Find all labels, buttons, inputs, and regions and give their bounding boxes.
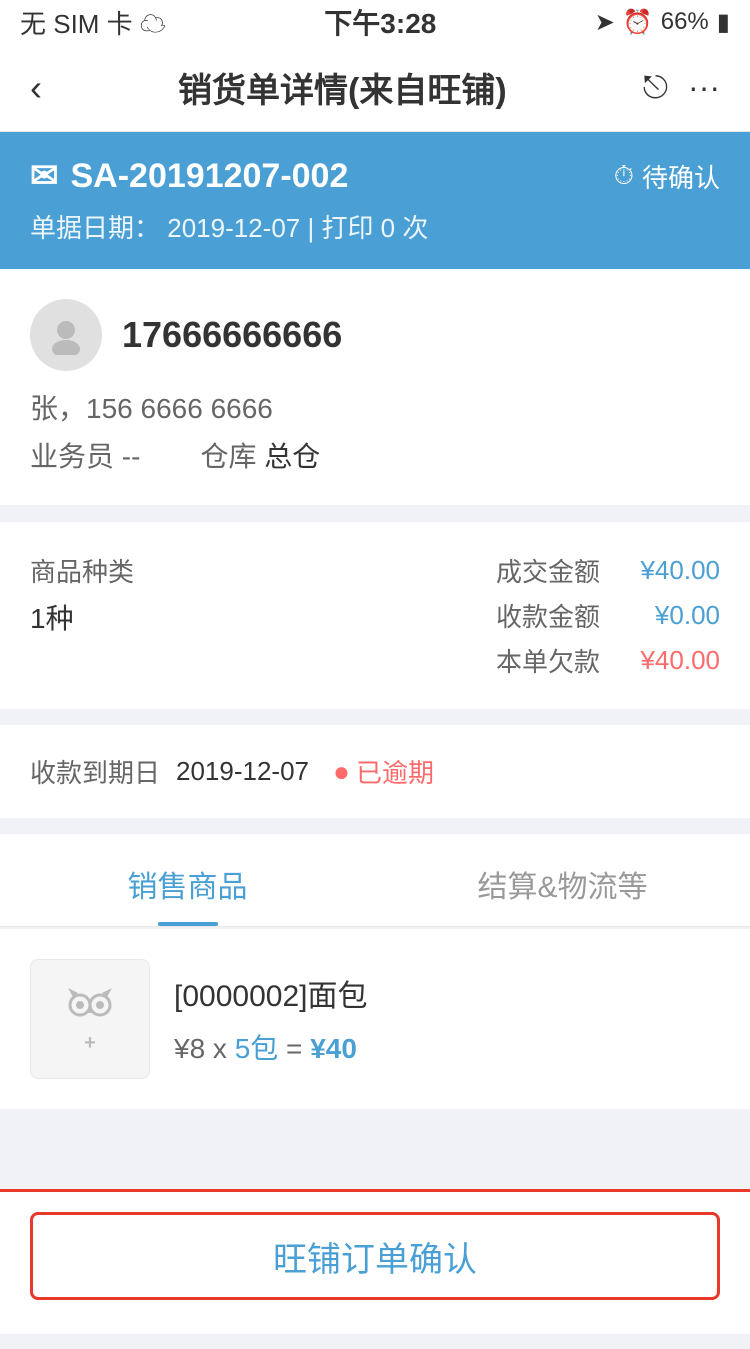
amount-value-0: ¥40.00 [620, 555, 720, 586]
order-icon: ✉ [30, 156, 59, 196]
page-title: 销货单详情(来自旺铺) [178, 63, 507, 112]
confirm-button[interactable]: 旺铺订单确认 [30, 1212, 720, 1300]
back-button[interactable]: ‹ [30, 67, 42, 109]
summary-right: 成交金额 ¥40.00 收款金额 ¥0.00 本单欠款 ¥40.00 [480, 552, 720, 679]
amount-label-1: 收款金额 [480, 597, 600, 634]
avatar [30, 299, 102, 371]
amount-row-2: 本单欠款 ¥40.00 [480, 642, 720, 679]
overdue-badge: ● 已逾期 [333, 753, 434, 790]
overdue-text: 已逾期 [356, 753, 434, 790]
amount-row-1: 收款金额 ¥0.00 [480, 597, 720, 634]
amount-value-1: ¥0.00 [620, 600, 720, 631]
order-number: ✉ SA-20191207-002 [30, 156, 348, 196]
sales-val: -- [122, 441, 141, 472]
amount-label-2: 本单欠款 [480, 642, 600, 679]
product-info: [0000002]面包 ¥8 x 5包 = ¥40 [174, 971, 720, 1067]
total-text: ¥40 [310, 1033, 357, 1064]
amount-value-2: ¥40.00 [620, 645, 720, 676]
status-icon: ⏱ [614, 160, 634, 192]
tab-sales-products[interactable]: 销售商品 [0, 834, 375, 926]
location-icon: ➤ [595, 8, 615, 37]
status-right: ➤ ⏰ 66% ▮ [595, 8, 730, 37]
bottom-bar: 旺铺订单确认 [0, 1189, 750, 1334]
customer-phone: 17666666666 [122, 314, 342, 356]
sales-label: 业务员 [30, 441, 114, 472]
status-text: 待确认 [642, 158, 720, 195]
sales-item: 业务员 -- [30, 435, 140, 475]
alarm-icon: ⏰ [623, 8, 653, 37]
amount-label-0: 成交金额 [480, 552, 600, 589]
print-info: | 打印 0 次 [307, 213, 428, 243]
status-bar: 无 SIM 卡 ☁ 下午3:28 ➤ ⏰ 66% ▮ [0, 0, 750, 44]
tab-settlement-label: 结算&物流等 [477, 871, 647, 904]
status-time: 下午3:28 [324, 2, 436, 42]
customer-card: 17666666666 张，156 6666 6666 业务员 -- 仓库 总仓 [0, 269, 750, 506]
product-thumbnail: + [30, 959, 150, 1079]
logo-plus: + [84, 1032, 96, 1055]
status-badge: ⏱ 待确认 [614, 158, 720, 195]
type-label: 商品种类 [30, 552, 134, 589]
sim-label: 无 SIM 卡 ☁ [20, 4, 166, 41]
overdue-icon: ● [333, 756, 350, 788]
product-card: + [0000002]面包 ¥8 x 5包 = ¥40 [0, 929, 750, 1109]
product-price: ¥8 x 5包 = ¥40 [174, 1027, 720, 1067]
summary-left: 商品种类 1种 [30, 552, 134, 637]
type-value: 1种 [30, 597, 134, 637]
separator: = [278, 1033, 310, 1064]
date-value: 2019-12-07 [167, 213, 300, 243]
date-label: 单据日期： [30, 213, 160, 243]
due-date-value: 2019-12-07 [176, 756, 309, 787]
price-text: ¥8 x [174, 1033, 235, 1064]
tabs-container: 销售商品 结算&物流等 [0, 834, 750, 927]
tab-sales-label: 销售商品 [128, 871, 248, 904]
status-left: 无 SIM 卡 ☁ [20, 4, 166, 41]
battery-text: 66% [661, 8, 709, 36]
battery-icon: ▮ [717, 8, 730, 37]
owl-logo [60, 983, 120, 1028]
customer-contact: 张，156 6666 6666 [30, 387, 720, 427]
customer-meta: 业务员 -- 仓库 总仓 [30, 435, 720, 475]
warehouse-label: 仓库 [200, 441, 256, 472]
product-name: [0000002]面包 [174, 971, 720, 1015]
warehouse-value: 总仓 [264, 441, 320, 472]
order-number-text: SA-20191207-002 [71, 157, 349, 196]
order-date: 单据日期： 2019-12-07 | 打印 0 次 [30, 208, 720, 245]
nav-bar: ‹ 销货单详情(来自旺铺) ⎋ ··· [0, 44, 750, 132]
qty-text: 5包 [235, 1033, 279, 1064]
share-icon[interactable]: ⎋ [643, 69, 668, 107]
due-date-card: 收款到期日 2019-12-07 ● 已逾期 [0, 725, 750, 818]
summary-card: 商品种类 1种 成交金额 ¥40.00 收款金额 ¥0.00 本单欠款 ¥40.… [0, 522, 750, 709]
amount-row-0: 成交金额 ¥40.00 [480, 552, 720, 589]
more-icon[interactable]: ··· [688, 69, 720, 106]
order-header-card: ✉ SA-20191207-002 ⏱ 待确认 单据日期： 2019-12-07… [0, 132, 750, 269]
due-label: 收款到期日 [30, 753, 160, 790]
warehouse-item: 仓库 总仓 [200, 435, 320, 475]
nav-actions: ⎋ ··· [643, 69, 720, 107]
tab-settlement[interactable]: 结算&物流等 [375, 834, 750, 926]
